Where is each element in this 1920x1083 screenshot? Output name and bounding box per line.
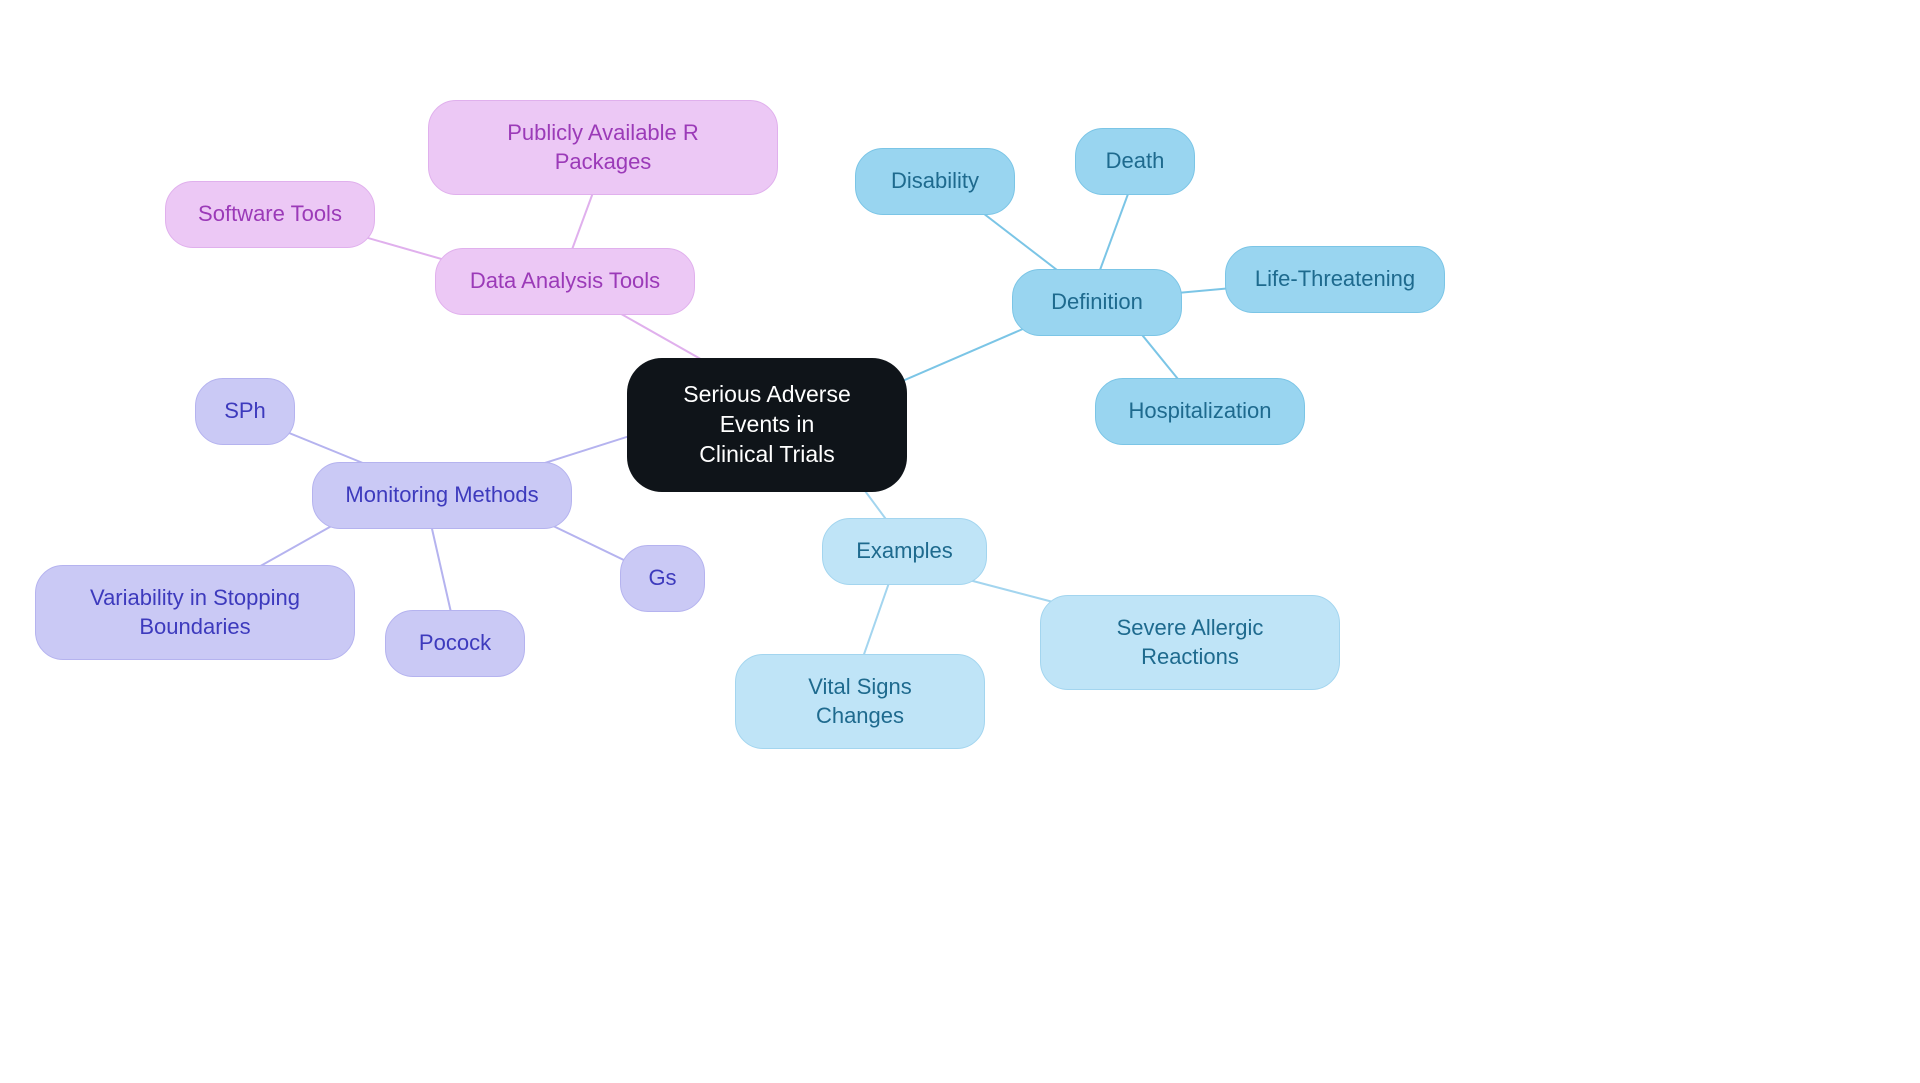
monitoring-label: Monitoring Methods [345,481,538,510]
hospitalization-label: Hospitalization [1128,397,1271,426]
software-node: Software Tools [165,181,375,248]
variability-node: Variability in StoppingBoundaries [35,565,355,660]
datatools-label: Data Analysis Tools [470,267,660,296]
gs-label: Gs [648,564,676,593]
death-node: Death [1075,128,1195,195]
examples-label: Examples [856,537,953,566]
monitoring-node: Monitoring Methods [312,462,572,529]
center-node: Serious Adverse Events inClinical Trials [627,358,907,492]
datatools-node: Data Analysis Tools [435,248,695,315]
sph-node: SPh [195,378,295,445]
software-label: Software Tools [198,200,342,229]
definition-node: Definition [1012,269,1182,336]
center-label: Serious Adverse Events inClinical Trials [663,380,871,470]
lifethreatening-label: Life-Threatening [1255,265,1415,294]
death-label: Death [1106,147,1165,176]
pocock-node: Pocock [385,610,525,677]
examples-node: Examples [822,518,987,585]
vitalsigns-node: Vital Signs Changes [735,654,985,749]
hospitalization-node: Hospitalization [1095,378,1305,445]
disability-label: Disability [891,167,979,196]
variability-label: Variability in StoppingBoundaries [90,584,300,641]
lifethreatening-node: Life-Threatening [1225,246,1445,313]
disability-node: Disability [855,148,1015,215]
allergic-label: Severe Allergic Reactions [1069,614,1311,671]
vitalsigns-label: Vital Signs Changes [764,673,956,730]
gs-node: Gs [620,545,705,612]
rpackages-label: Publicly Available R Packages [457,119,749,176]
rpackages-node: Publicly Available R Packages [428,100,778,195]
pocock-label: Pocock [419,629,491,658]
definition-label: Definition [1051,288,1143,317]
sph-label: SPh [224,397,266,426]
allergic-node: Severe Allergic Reactions [1040,595,1340,690]
